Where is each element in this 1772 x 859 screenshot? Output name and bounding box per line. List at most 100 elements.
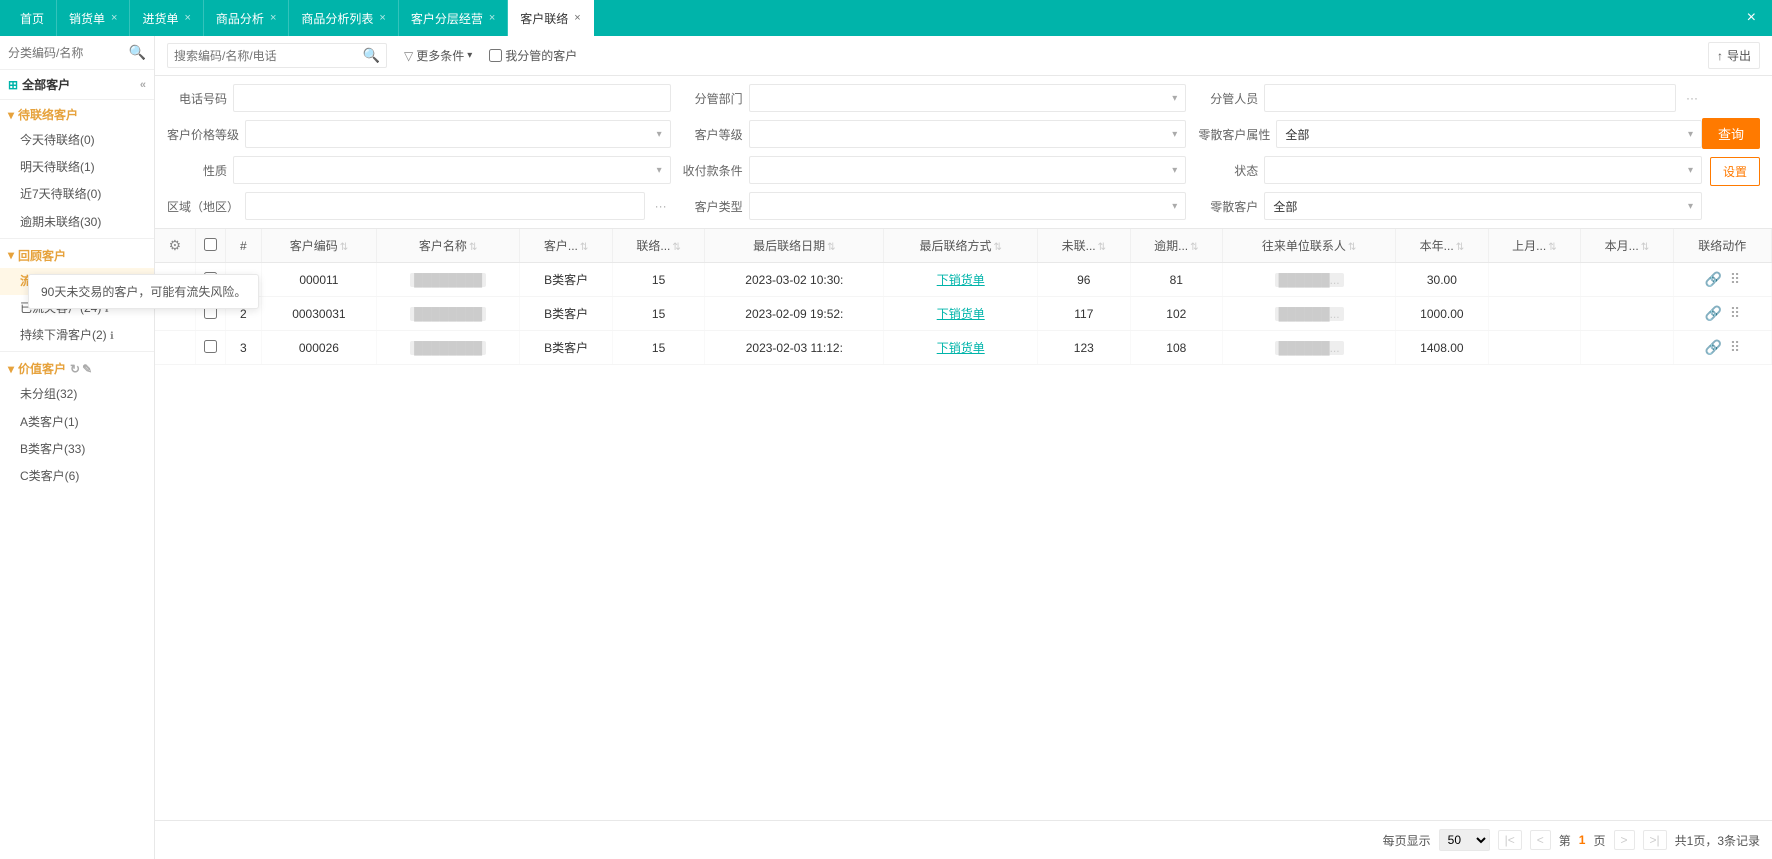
refresh-icon[interactable]: ↻ [70, 362, 80, 376]
close-icon[interactable]: × [184, 12, 190, 24]
export-button[interactable]: ↑ 导出 [1708, 42, 1760, 69]
sidebar-item-today[interactable]: 今天待联络(0) [0, 127, 154, 154]
phone-input[interactable] [233, 84, 671, 112]
prev-page-button[interactable]: < [1530, 830, 1551, 850]
nav-tab-analysis[interactable]: 商品分析 × [204, 0, 289, 36]
nav-tab-home[interactable]: 首页 [8, 0, 57, 36]
unit-contact-col-header[interactable]: 往来单位联系人⇅ [1223, 229, 1396, 263]
row-last-method[interactable]: 下销货单 [884, 297, 1038, 331]
churn-warning-tooltip: 90天未交易的客户，可能有流失风险。 [28, 274, 259, 309]
manager-select[interactable] [1264, 84, 1676, 112]
link-action-icon[interactable]: 🔗 [1704, 271, 1721, 288]
section-review-customers[interactable]: ▾ 回顾客户 [0, 241, 154, 268]
more-conditions-button[interactable]: ▽ 更多条件 ▾ [395, 42, 481, 69]
row-last-contact: 2023-02-09 19:52: [705, 297, 884, 331]
last-contact-col-header[interactable]: 最后联络日期⇅ [705, 229, 884, 263]
close-icon[interactable]: × [489, 12, 495, 24]
this-year-col-header[interactable]: 本年...⇅ [1396, 229, 1489, 263]
dept-select[interactable]: ▾ [749, 84, 1187, 112]
section-value-customers[interactable]: ▾ 价值客户 ↻ ✎ [0, 354, 154, 381]
price-level-select[interactable]: ▾ [245, 120, 671, 148]
status-select[interactable]: ▾ [1264, 156, 1702, 184]
filter-row-1: 电话号码 分管部门 ▾ 分管人员 [167, 84, 1702, 112]
settings-col-header[interactable]: ⚙ [155, 229, 195, 263]
close-icon[interactable]: × [111, 12, 117, 24]
region-select[interactable] [245, 192, 645, 220]
collapse-icon[interactable]: « [140, 79, 146, 91]
info-icon: ℹ [110, 331, 114, 342]
query-button[interactable]: 查询 [1702, 118, 1760, 149]
sidebar-item-tomorrow[interactable]: 明天待联络(1) [0, 154, 154, 181]
row-last-method[interactable]: 下销货单 [884, 263, 1038, 297]
next-page-button[interactable]: > [1614, 830, 1635, 850]
close-icon[interactable]: × [574, 12, 580, 24]
my-customers-checkbox[interactable] [489, 49, 502, 62]
section-pending-contact[interactable]: ▾ 待联络客户 [0, 100, 154, 127]
nature-select[interactable]: ▾ [233, 156, 671, 184]
divider [0, 351, 154, 352]
row-name: ████████ [376, 331, 519, 365]
type-col-header[interactable]: 客户...⇅ [520, 229, 613, 263]
per-page-select[interactable]: 50 100 200 [1439, 829, 1490, 851]
region-dots[interactable]: ··· [651, 199, 671, 213]
row-contacts: 15 [612, 331, 705, 365]
nav-tab-analysis-list[interactable]: 商品分析列表 × [289, 0, 398, 36]
nav-tab-customer-contact[interactable]: 客户联络 × [508, 0, 593, 36]
sidebar-item-overdue[interactable]: 逾期未联络(30) [0, 209, 154, 236]
sort-icon: ⇅ [1641, 242, 1649, 253]
sidebar-all-customers[interactable]: ⊞ 全部客户 « [0, 70, 154, 100]
action-col-header: 联络动作 [1673, 229, 1771, 263]
grid-action-icon[interactable]: ⠿ [1730, 271, 1740, 288]
manager-dots[interactable]: ··· [1682, 91, 1702, 105]
checkbox-col-header[interactable] [195, 229, 225, 263]
status-label: 状态 [1198, 162, 1258, 179]
sidebar-item-c-class[interactable]: C类客户(6) [0, 463, 154, 490]
uncontacted-col-header[interactable]: 未联...⇅ [1038, 229, 1131, 263]
close-icon[interactable]: × [379, 12, 385, 24]
code-col-header[interactable]: 客户编码⇅ [261, 229, 376, 263]
link-action-icon[interactable]: 🔗 [1704, 305, 1721, 322]
last-month-col-header[interactable]: 上月...⇅ [1488, 229, 1581, 263]
customer-type-select[interactable]: ▾ [749, 192, 1187, 220]
this-month-col-header[interactable]: 本月...⇅ [1581, 229, 1674, 263]
first-page-button[interactable]: |< [1498, 830, 1522, 850]
nav-tab-customer-tier[interactable]: 客户分层经营 × [399, 0, 508, 36]
last-method-col-header[interactable]: 最后联络方式⇅ [884, 229, 1038, 263]
export-icon: ↑ [1717, 49, 1723, 63]
nav-close-all-button[interactable]: × [1739, 5, 1764, 31]
contacts-col-header[interactable]: 联络...⇅ [612, 229, 705, 263]
overdue-col-header[interactable]: 逾期...⇅ [1130, 229, 1223, 263]
scatter-customer-select[interactable]: 全部 ▾ [1264, 192, 1702, 220]
nav-tab-sales[interactable]: 销货单 × [57, 0, 130, 36]
grid-action-icon[interactable]: ⠿ [1730, 339, 1740, 356]
sidebar-item-declining[interactable]: 持续下滑客户(2) ℹ [0, 322, 154, 349]
last-page-button[interactable]: >| [1643, 830, 1667, 850]
payment-select[interactable]: ▾ [749, 156, 1187, 184]
select-all-checkbox[interactable] [204, 238, 217, 251]
sidebar-item-7days[interactable]: 近7天待联络(0) [0, 181, 154, 208]
sidebar-item-a-class[interactable]: A类客户(1) [0, 409, 154, 436]
name-col-header[interactable]: 客户名称⇅ [376, 229, 519, 263]
row-select-checkbox[interactable] [204, 340, 217, 353]
row-last-contact: 2023-03-02 10:30: [705, 263, 884, 297]
customer-level-select[interactable]: ▾ [749, 120, 1187, 148]
link-action-icon[interactable]: 🔗 [1704, 339, 1721, 356]
nav-tab-purchase[interactable]: 进货单 × [130, 0, 203, 36]
sidebar-search-input[interactable] [8, 46, 125, 60]
search-input[interactable] [174, 49, 359, 63]
scatter-attr-select[interactable]: 全部 ▾ [1276, 120, 1702, 148]
gear-icon[interactable]: ⚙ [169, 237, 182, 253]
search-button[interactable]: 🔍 [363, 47, 380, 64]
edit-icon[interactable]: ✎ [82, 362, 92, 376]
row-last-method[interactable]: 下销货单 [884, 331, 1038, 365]
grid-action-icon[interactable]: ⠿ [1730, 305, 1740, 322]
sidebar-search-wrap: 🔍 [0, 36, 154, 70]
sidebar-item-ungroup[interactable]: 未分组(32) [0, 381, 154, 408]
main-layout: 🔍 ⊞ 全部客户 « ▾ 待联络客户 今天待联络(0) 明天待联络(1) 近7天… [0, 36, 1772, 859]
my-customers-filter[interactable]: 我分管的客户 [489, 47, 577, 64]
row-checkbox[interactable] [195, 331, 225, 365]
settings-button[interactable]: 设置 [1710, 157, 1760, 186]
sidebar-item-b-class[interactable]: B类客户(33) [0, 436, 154, 463]
close-icon[interactable]: × [270, 12, 276, 24]
customer-level-label: 客户等级 [683, 126, 743, 143]
